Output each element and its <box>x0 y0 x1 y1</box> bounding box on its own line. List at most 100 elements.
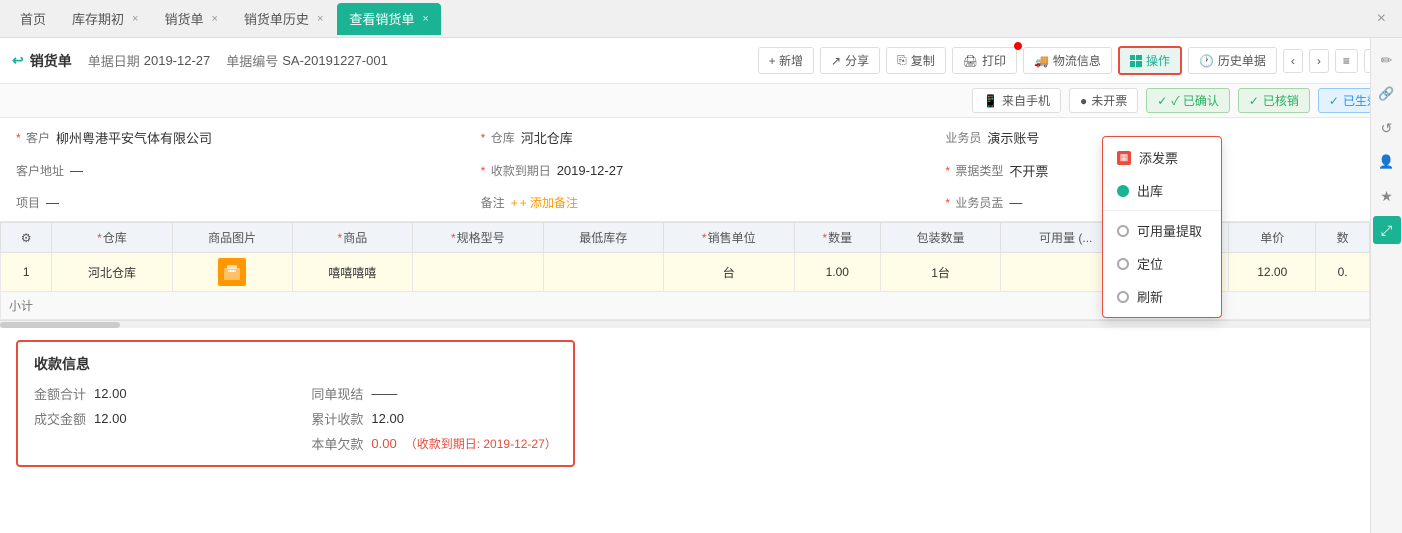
bill-type-value: 不开票 <box>1009 161 1048 180</box>
window-close-button[interactable]: × <box>1369 10 1394 28</box>
col-package-qty: 包装数量 <box>880 223 1000 253</box>
balance-value: 0.00 <box>371 436 396 451</box>
tab-inventory[interactable]: 库存期初 × <box>60 3 150 35</box>
cell-sales-unit: 台 <box>663 253 794 292</box>
doc-icon: ↩ <box>12 52 24 69</box>
rotate-sidebar-icon[interactable]: ↺ <box>1373 114 1401 142</box>
balance-item: 本单欠款 0.00 （收款到期日: 2019-12-27） <box>311 434 556 453</box>
add-invoice-icon: ▦ <box>1117 151 1131 165</box>
expand-sidebar-icon[interactable]: ⤢ <box>1373 216 1401 244</box>
dropdown-locate[interactable]: 定位 <box>1103 247 1221 280</box>
copy-button[interactable]: ⎘ 复制 <box>886 47 946 74</box>
cell-min-stock <box>543 253 663 292</box>
add-note-button[interactable]: + + 添加备注 <box>511 194 578 211</box>
toolbar: + 新增 ↗ 分享 ⎘ 复制 🖨 打印 🚚 物流信息 <box>758 46 1390 75</box>
copy-icon: ⎘ <box>897 53 907 68</box>
transaction-item: 成交金额 12.00 <box>34 409 279 428</box>
col-spec: *规格型号 <box>413 223 544 253</box>
nav-next-button[interactable]: › <box>1309 49 1329 73</box>
tab-bar: 首页 库存期初 × 销货单 × 销货单历史 × 查看销货单 × × <box>0 0 1402 38</box>
check-voided-icon: ✓ <box>1249 94 1259 108</box>
history-icon: 🕐 <box>1199 54 1214 68</box>
share-icon: ↗ <box>831 54 841 68</box>
not-open-button[interactable]: ● 未开票 <box>1069 88 1138 113</box>
tab-home[interactable]: 首页 <box>8 3 58 35</box>
available-icon <box>1117 225 1129 237</box>
col-unit-price: 单价 <box>1229 223 1316 253</box>
salesperson-value: — <box>1009 195 1022 210</box>
payment-date-field: * 收款到期日 2019-12-27 <box>481 162 922 179</box>
cell-product-img <box>172 253 292 292</box>
cell-unit-price: 12.00 <box>1229 253 1316 292</box>
payment-date-value: 2019-12-27 <box>557 163 624 178</box>
invoice-icon: ● <box>1080 94 1087 108</box>
dropdown-divider-1 <box>1103 210 1221 211</box>
tab-close-inventory[interactable]: × <box>132 13 138 25</box>
history-button[interactable]: 🕐 历史单据 <box>1188 47 1277 74</box>
customer-value: 柳州粤港平安气体有限公司 <box>56 128 212 147</box>
user-sidebar-icon[interactable]: 👤 <box>1373 148 1401 176</box>
warehouse-value: 河北仓库 <box>521 128 573 147</box>
print-icon: 🖨 <box>963 54 978 68</box>
document-title: ↩ 销货单 <box>12 51 72 71</box>
tab-close-sales-history[interactable]: × <box>317 13 323 25</box>
confirm-badge: ✓ ✓ 已确认 <box>1146 88 1230 113</box>
col-product: *商品 <box>292 223 412 253</box>
payment-grid: 金额合计 12.00 同单现结 —— 成交金额 12.00 累计收款 12.00 <box>34 384 557 453</box>
tab-sales[interactable]: 销货单 × <box>152 3 229 35</box>
nav-prev-button[interactable]: ‹ <box>1283 49 1303 73</box>
share-button[interactable]: ↗ 分享 <box>820 47 880 74</box>
main-content: ↩ 销货单 单据日期 2019-12-27 单据编号 SA-20191227-0… <box>0 38 1402 533</box>
payment-box: 收款信息 金额合计 12.00 同单现结 —— 成交金额 12.00 <box>16 340 575 467</box>
cumulative-item: 累计收款 12.00 <box>311 409 556 428</box>
payment-section: 收款信息 金额合计 12.00 同单现结 —— 成交金额 12.00 <box>0 332 1402 475</box>
cell-package-qty: 1台 <box>880 253 1000 292</box>
project-value: — <box>46 195 59 210</box>
payment-title: 收款信息 <box>34 354 557 374</box>
operation-button[interactable]: 操作 <box>1118 46 1182 75</box>
col-warehouse: *仓库 <box>52 223 172 253</box>
note-field: 备注 + + 添加备注 <box>481 194 922 211</box>
check-icon: ✓ <box>1157 94 1167 108</box>
view-list-button[interactable]: ≡ <box>1335 49 1358 73</box>
number-label: 单据编号 SA-20191227-001 <box>226 51 388 70</box>
cumulative-value: 12.00 <box>371 411 404 426</box>
dropdown-ship[interactable]: 出库 <box>1103 174 1221 207</box>
phone-icon: 📱 <box>983 94 998 108</box>
transaction-value: 12.00 <box>94 411 127 426</box>
logistics-button[interactable]: 🚚 物流信息 <box>1023 47 1112 74</box>
same-order-item: 同单现结 —— <box>311 384 556 403</box>
tab-sales-history[interactable]: 销货单历史 × <box>232 3 335 35</box>
ship-icon <box>1117 185 1129 197</box>
star-sidebar-icon[interactable]: ★ <box>1373 182 1401 210</box>
edit-sidebar-icon[interactable]: ✏ <box>1373 46 1401 74</box>
voided-badge: ✓ 已核销 <box>1238 88 1310 113</box>
locate-icon <box>1117 258 1129 270</box>
plus-icon: + <box>511 196 518 210</box>
new-button[interactable]: + 新增 <box>758 47 814 74</box>
same-order-value: —— <box>371 386 397 401</box>
tab-close-sales[interactable]: × <box>211 13 217 25</box>
dropdown-add-invoice[interactable]: ▦ 添发票 <box>1103 141 1221 174</box>
refresh-icon <box>1117 291 1129 303</box>
col-product-img: 商品图片 <box>172 223 292 253</box>
tab-view-sales[interactable]: 查看销货单 × <box>337 3 440 35</box>
product-image <box>218 258 246 286</box>
tab-close-view-sales[interactable]: × <box>422 13 428 25</box>
date-label: 单据日期 2019-12-27 <box>88 51 211 70</box>
horizontal-scrollbar[interactable] <box>0 320 1370 328</box>
status-bar: 📱 来自手机 ● 未开票 ✓ ✓ 已确认 ✓ 已核销 ✓ 已生效 <box>0 84 1402 118</box>
dropdown-refresh[interactable]: 刷新 <box>1103 280 1221 313</box>
operation-icon <box>1130 55 1142 67</box>
link-sidebar-icon[interactable]: 🔗 <box>1373 80 1401 108</box>
total-item: 金额合计 12.00 <box>34 384 279 403</box>
dropdown-available[interactable]: 可用量提取 <box>1103 214 1221 247</box>
check-effective-icon: ✓ <box>1329 94 1339 108</box>
print-button[interactable]: 🖨 打印 <box>952 47 1017 74</box>
scrollbar-thumb[interactable] <box>0 322 120 328</box>
logistics-icon: 🚚 <box>1034 54 1049 68</box>
doc-title-text: 销货单 <box>30 51 72 71</box>
employee-value: 演示账号 <box>987 128 1039 147</box>
from-phone-button[interactable]: 📱 来自手机 <box>972 88 1061 113</box>
right-sidebar: ✏ 🔗 ↺ 👤 ★ ⤢ <box>1370 38 1402 533</box>
